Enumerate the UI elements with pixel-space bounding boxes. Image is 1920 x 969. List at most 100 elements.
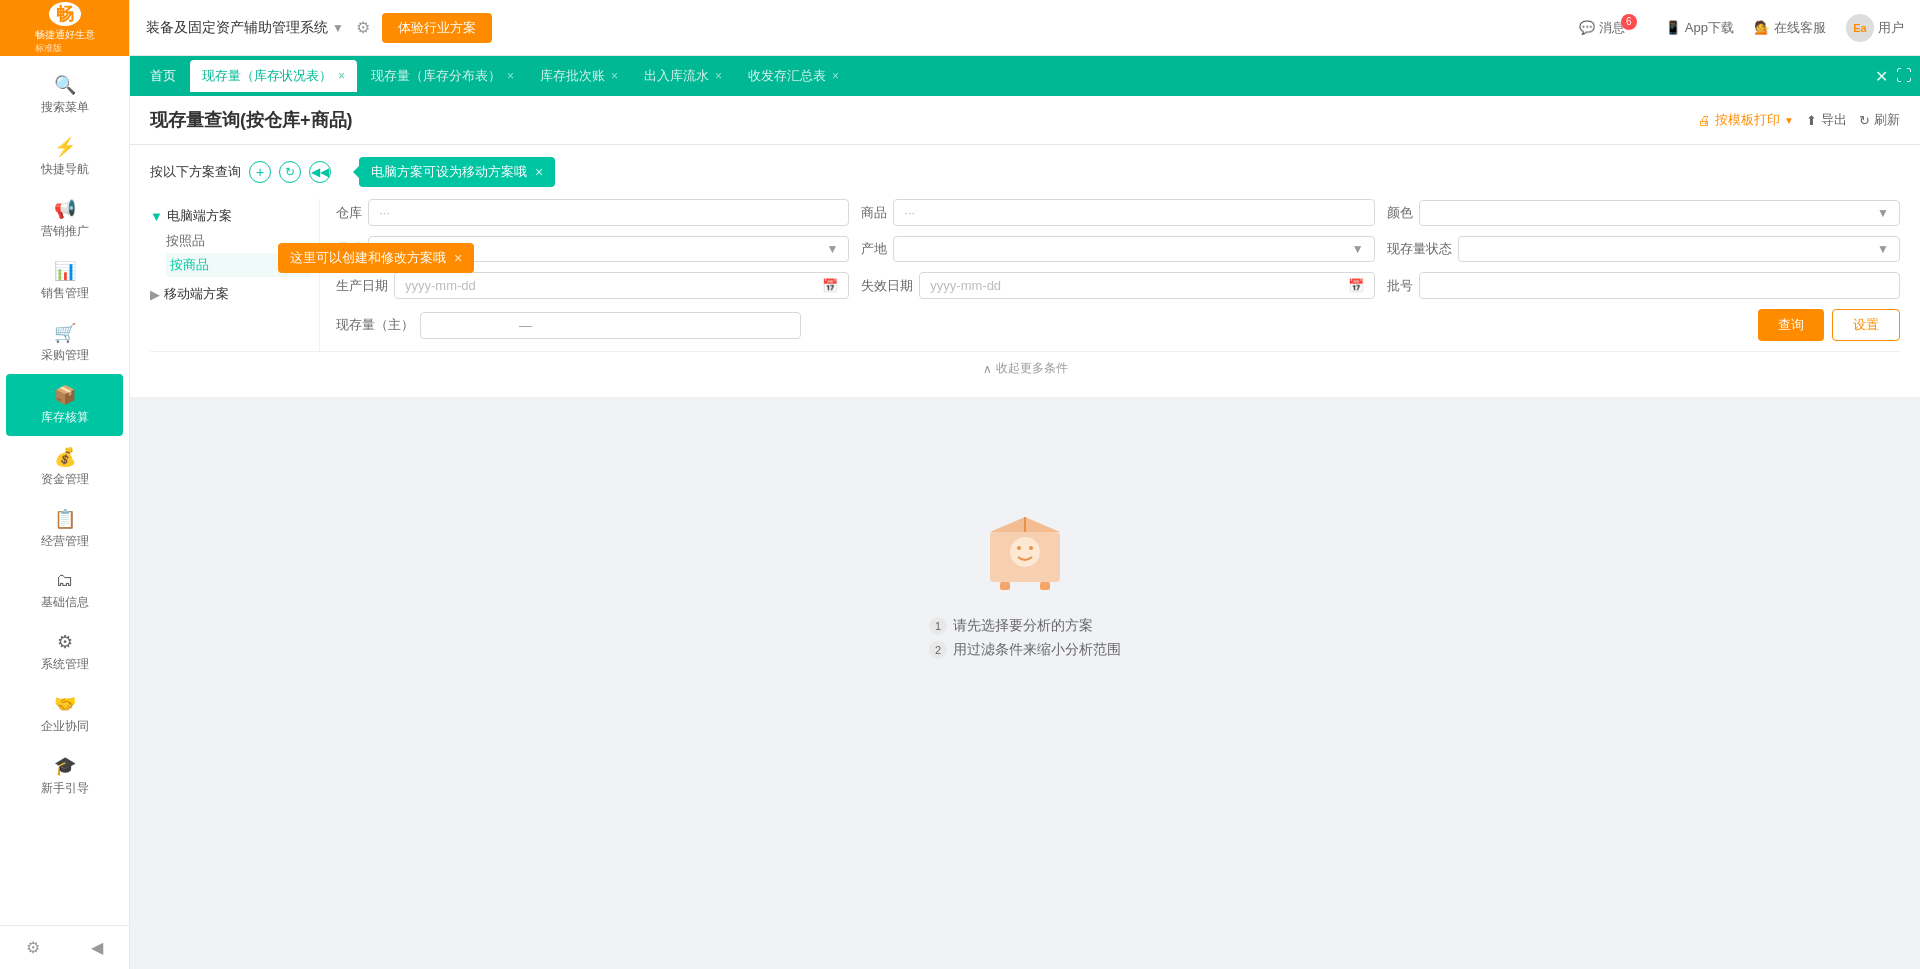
scheme-mobile-group[interactable]: ▶ 移动端方案 bbox=[150, 281, 311, 307]
filter-back-btn[interactable]: ◀◀ bbox=[309, 161, 331, 183]
search-button[interactable]: 查询 bbox=[1758, 309, 1824, 341]
filter-add-btn[interactable]: + bbox=[249, 161, 271, 183]
filter-production-date: 生产日期 yyyy-mm-dd 📅 bbox=[336, 272, 849, 299]
tab-close-in-out-flow[interactable]: × bbox=[715, 69, 722, 83]
sidebar-item-purchase[interactable]: 🛒 采购管理 bbox=[0, 312, 129, 374]
stock-main-from[interactable] bbox=[431, 318, 511, 333]
inventory-icon: 📦 bbox=[54, 384, 76, 406]
batch-input[interactable] bbox=[1419, 272, 1900, 299]
app-download-action[interactable]: 📱 App下载 bbox=[1665, 19, 1734, 37]
print-template-btn[interactable]: 🖨 按模板打印 ▼ bbox=[1698, 111, 1794, 129]
system-icon: ⚙ bbox=[57, 631, 73, 653]
filter-header-row: 按以下方案查询 + ↻ ◀◀ 电脑方案可设为移动方案哦 × bbox=[150, 157, 1900, 187]
sidebar-item-finance[interactable]: 💰 资金管理 bbox=[0, 436, 129, 498]
filter-origin: 产地 ▼ bbox=[861, 236, 1374, 262]
stock-main-to[interactable] bbox=[540, 318, 620, 333]
color-select[interactable]: ▼ bbox=[1419, 200, 1900, 226]
tab-close-receipt-summary[interactable]: × bbox=[832, 69, 839, 83]
filter-row-1: 仓库 ··· 商品 ··· bbox=[336, 199, 1900, 226]
sidebar-item-guide[interactable]: 🎓 新手引导 bbox=[0, 745, 129, 807]
tab-close-inventory-status[interactable]: × bbox=[338, 69, 345, 83]
online-support-action[interactable]: 💁 在线客服 bbox=[1754, 19, 1826, 37]
notification-badge: 6 bbox=[1621, 14, 1637, 30]
collapse-up-icon: ∧ bbox=[983, 362, 992, 376]
filter-body: ▼ 电脑端方案 按照品 按商品 bbox=[150, 199, 1900, 351]
stock-status-select[interactable]: ▼ bbox=[1458, 236, 1900, 262]
quick-icon: ⚡ bbox=[54, 136, 76, 158]
tab-inventory-dist[interactable]: 现存量（库存分布表） × bbox=[359, 60, 526, 92]
expiry-date-calendar-icon: 📅 bbox=[1348, 278, 1364, 293]
tooltip-scheme: 电脑方案可设为移动方案哦 × bbox=[359, 157, 555, 187]
sidebar-item-operations[interactable]: 📋 经营管理 bbox=[0, 498, 129, 560]
stock-main-input-range[interactable]: — bbox=[420, 312, 801, 339]
collapse-sidebar-btn[interactable]: ◀ bbox=[91, 938, 103, 957]
tab-home[interactable]: 首页 bbox=[138, 60, 188, 92]
tip-num-2: 2 bbox=[929, 641, 947, 659]
sidebar-item-inventory[interactable]: 📦 库存核算 bbox=[6, 374, 123, 436]
sidebar-logo: 畅 畅捷通好生意 标准版 bbox=[0, 0, 129, 56]
enterprise-icon: 🤝 bbox=[54, 693, 76, 715]
sales-icon: 📊 bbox=[54, 260, 76, 282]
settings-footer-btn[interactable]: ⚙ bbox=[26, 938, 40, 957]
system-title-dropdown[interactable]: 装备及固定资产辅助管理系统 ▼ bbox=[146, 19, 344, 37]
sidebar-item-search[interactable]: 🔍 搜索菜单 bbox=[0, 64, 129, 126]
sidebar-item-quick[interactable]: ⚡ 快捷导航 bbox=[0, 126, 129, 188]
tab-in-out-flow[interactable]: 出入库流水 × bbox=[632, 60, 734, 92]
tab-batch-ledger[interactable]: 库存批次账 × bbox=[528, 60, 630, 92]
color-label: 颜色 bbox=[1387, 204, 1413, 222]
tab-close-batch-ledger[interactable]: × bbox=[611, 69, 618, 83]
reset-button[interactable]: 设置 bbox=[1832, 309, 1900, 341]
tip-item-1: 1 请先选择要分析的方案 bbox=[929, 617, 1121, 635]
refresh-btn[interactable]: ↻ 刷新 bbox=[1859, 111, 1900, 129]
system-title: 装备及固定资产辅助管理系统 bbox=[146, 19, 328, 37]
tab-fullscreen-icon[interactable]: ⛶ bbox=[1896, 67, 1912, 85]
warehouse-select[interactable]: ··· bbox=[368, 199, 849, 226]
page-container: 现存量查询(按仓库+商品) 🖨 按模板打印 ▼ ⬆ 导出 ↻ bbox=[130, 96, 1920, 969]
filter-row-4: 现存量（主） — 查询 设置 bbox=[336, 309, 1900, 341]
user-avatar: Ea bbox=[1846, 14, 1874, 42]
tip-item-2: 2 用过滤条件来缩小分析范围 bbox=[929, 641, 1121, 659]
tab-inventory-status[interactable]: 现存量（库存状况表） × bbox=[190, 60, 357, 92]
tooltip1-close-btn[interactable]: × bbox=[535, 164, 543, 180]
origin-select[interactable]: ▼ bbox=[893, 236, 1374, 262]
print-icon: 🖨 bbox=[1698, 113, 1711, 128]
user-action[interactable]: Ea 用户 bbox=[1846, 14, 1904, 42]
expiry-date-input[interactable]: yyyy-mm-dd 📅 bbox=[919, 272, 1374, 299]
origin-chevron-icon: ▼ bbox=[1352, 242, 1364, 256]
sidebar-item-marketing[interactable]: 📢 营销推广 bbox=[0, 188, 129, 250]
marketing-icon: 📢 bbox=[54, 198, 76, 220]
tab-bar-actions: ✕ ⛶ bbox=[1875, 67, 1912, 86]
logo-icon: 畅 bbox=[49, 2, 81, 26]
trial-button[interactable]: 体验行业方案 bbox=[382, 13, 492, 43]
operations-icon: 📋 bbox=[54, 508, 76, 530]
header-settings-icon[interactable]: ⚙ bbox=[356, 18, 370, 37]
top-header: 装备及固定资产辅助管理系统 ▼ ⚙ 体验行业方案 💬 消息 6 📱 App下载 … bbox=[130, 0, 1920, 56]
tooltip2-close-btn[interactable]: × bbox=[454, 250, 462, 266]
empty-state: 1 请先选择要分析的方案 2 用过滤条件来缩小分析范围 bbox=[130, 397, 1920, 745]
sidebar-footer: ⚙ ◀ bbox=[0, 925, 129, 969]
production-date-input[interactable]: yyyy-mm-dd 📅 bbox=[394, 272, 849, 299]
filter-expiry-date: 失效日期 yyyy-mm-dd 📅 bbox=[861, 272, 1374, 299]
filter-refresh-btn[interactable]: ↻ bbox=[279, 161, 301, 183]
notification-action[interactable]: 💬 消息 6 bbox=[1579, 19, 1645, 37]
scheme-pc-group[interactable]: ▼ 电脑端方案 bbox=[150, 203, 311, 229]
export-btn[interactable]: ⬆ 导出 bbox=[1806, 111, 1847, 129]
header-left: 装备及固定资产辅助管理系统 ▼ ⚙ 体验行业方案 bbox=[146, 13, 492, 43]
goods-select[interactable]: ··· bbox=[893, 199, 1374, 226]
expiry-date-label: 失效日期 bbox=[861, 277, 913, 295]
svg-rect-7 bbox=[1040, 582, 1050, 590]
sidebar: 畅 畅捷通好生意 标准版 🔍 搜索菜单 ⚡ 快捷导航 📢 营销推广 📊 销售管理… bbox=[0, 0, 130, 969]
sidebar-item-enterprise[interactable]: 🤝 企业协同 bbox=[0, 683, 129, 745]
scheme-panel: ▼ 电脑端方案 按照品 按商品 bbox=[150, 199, 320, 351]
production-date-label: 生产日期 bbox=[336, 277, 388, 295]
collapse-filter-btn[interactable]: ∧ 收起更多条件 bbox=[150, 351, 1900, 385]
color-chevron-icon: ▼ bbox=[1877, 206, 1889, 220]
tab-close-inventory-dist[interactable]: × bbox=[507, 69, 514, 83]
tab-bar: 首页 现存量（库存状况表） × 现存量（库存分布表） × 库存批次账 × 出入库… bbox=[130, 56, 1920, 96]
tab-receipt-summary[interactable]: 收发存汇总表 × bbox=[736, 60, 851, 92]
sidebar-item-system[interactable]: ⚙ 系统管理 bbox=[0, 621, 129, 683]
sidebar-item-sales[interactable]: 📊 销售管理 bbox=[0, 250, 129, 312]
sidebar-item-basic[interactable]: 🗂 基础信息 bbox=[0, 560, 129, 621]
sidebar-nav: 🔍 搜索菜单 ⚡ 快捷导航 📢 营销推广 📊 销售管理 🛒 采购管理 📦 库存核… bbox=[0, 56, 129, 925]
tab-window-close-icon[interactable]: ✕ bbox=[1875, 67, 1888, 86]
